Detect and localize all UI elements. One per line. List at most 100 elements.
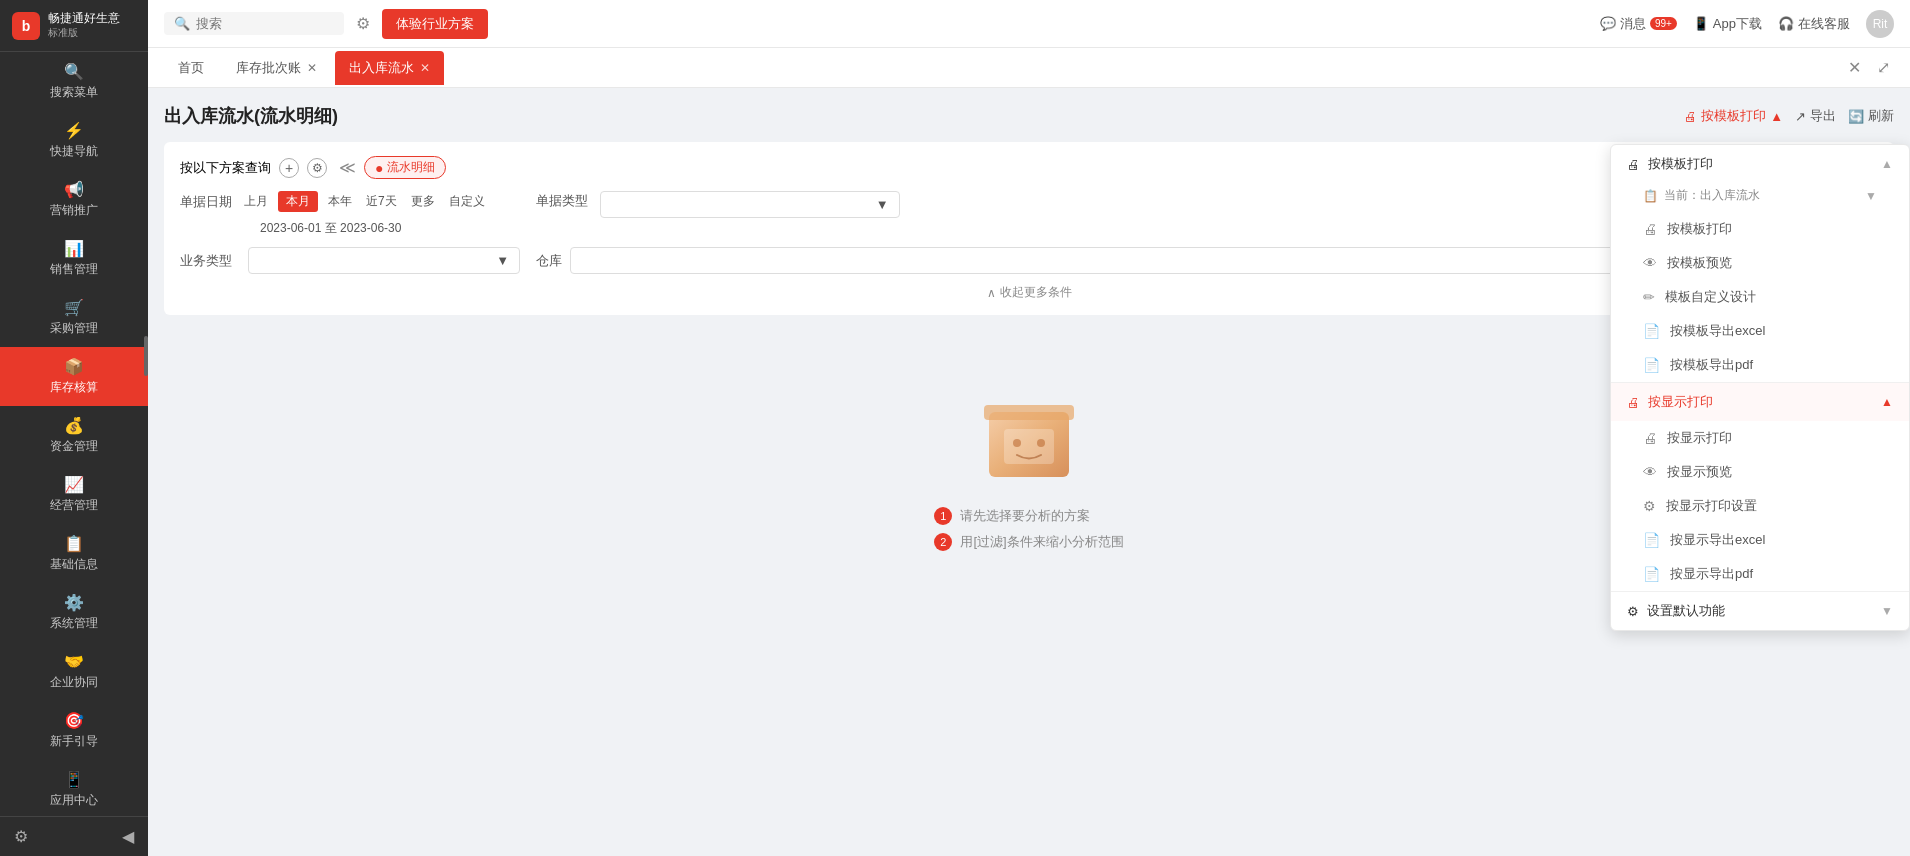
sidebar-shortcut-icon: ⚡ (64, 121, 84, 140)
template-pdf-item-icon: 📄 (1643, 357, 1660, 373)
sidebar-item-basic[interactable]: 📋 基础信息 (0, 524, 148, 583)
dropdown-template-preview[interactable]: 👁 按模板预览 (1611, 246, 1909, 280)
sidebar-fold-icon[interactable]: ◀ (122, 827, 134, 846)
dropdown-display-pdf[interactable]: 📄 按显示导出pdf (1611, 557, 1909, 591)
sidebar-operations-icon: 📈 (64, 475, 84, 494)
current-template-icon: 📋 (1643, 189, 1658, 203)
date-opt-thisyear[interactable]: 本年 (324, 191, 356, 212)
sidebar-sales-label: 销售管理 (50, 261, 98, 278)
app-download-button[interactable]: 📱 App下载 (1693, 15, 1762, 33)
dropdown-template-print[interactable]: 🖨 按模板打印 (1611, 212, 1909, 246)
dropdown-display-settings[interactable]: ⚙ 按显示打印设置 (1611, 489, 1909, 523)
sidebar-inventory-label: 库存核算 (50, 379, 98, 396)
tab-batch[interactable]: 库存批次账 ✕ (222, 51, 331, 85)
template-preview-item-label: 按模板预览 (1667, 254, 1732, 272)
template-print-section-header[interactable]: 🖨 按模板打印 ▲ (1611, 145, 1909, 183)
dropdown-template-excel[interactable]: 📄 按模板导出excel (1611, 314, 1909, 348)
sidebar-item-sales[interactable]: 📊 销售管理 (0, 229, 148, 288)
sidebar-basic-icon: 📋 (64, 534, 84, 553)
sidebar-item-shortcut[interactable]: ⚡ 快捷导航 (0, 111, 148, 170)
tab-batch-label: 库存批次账 (236, 59, 301, 77)
online-service-button[interactable]: 🎧 在线客服 (1778, 15, 1850, 33)
print-chevron-icon: ▲ (1770, 109, 1783, 124)
online-service-label: 在线客服 (1798, 15, 1850, 33)
date-opt-more[interactable]: 更多 (407, 191, 439, 212)
date-opt-7days[interactable]: 近7天 (362, 191, 401, 212)
sidebar-item-search[interactable]: 🔍 搜索菜单 (0, 52, 148, 111)
current-template-chevron: ▼ (1865, 189, 1877, 203)
template-pdf-item-label: 按模板导出pdf (1670, 356, 1753, 374)
warehouse-label: 仓库 (536, 252, 562, 270)
dropdown-display-preview[interactable]: 👁 按显示预览 (1611, 455, 1909, 489)
print-template-button[interactable]: 🖨 按模板打印 ▲ (1684, 107, 1783, 125)
sidebar-item-guide[interactable]: 🎯 新手引导 (0, 701, 148, 760)
collapse-up-icon: ∧ (987, 286, 996, 300)
tab-home[interactable]: 首页 (164, 51, 218, 85)
sidebar-item-system[interactable]: ⚙️ 系统管理 (0, 583, 148, 642)
sidebar-item-marketing[interactable]: 📢 营销推广 (0, 170, 148, 229)
message-button[interactable]: 💬 消息 99+ (1600, 15, 1677, 33)
sidebar-item-appstore[interactable]: 📱 应用中心 (0, 760, 148, 816)
biz-type-select[interactable]: ▼ (248, 247, 520, 274)
date-opt-thismonth[interactable]: 本月 (278, 191, 318, 212)
filter-tag-flow[interactable]: ● 流水明细 (364, 156, 446, 179)
app-name: 畅捷通好生意 (48, 11, 120, 27)
display-print-section-header[interactable]: 🖨 按显示打印 ▲ (1611, 383, 1909, 421)
message-badge: 99+ (1650, 17, 1677, 30)
filter-header-label: 按以下方案查询 (180, 159, 271, 177)
tab-flow-close[interactable]: ✕ (420, 61, 430, 75)
sidebar-gear-icon[interactable]: ⚙ (14, 827, 28, 846)
tabs-bar: 首页 库存批次账 ✕ 出入库流水 ✕ ✕ ⤢ (148, 48, 1910, 88)
voucher-type-select[interactable]: ▼ (600, 191, 900, 218)
dropdown-display-print[interactable]: 🖨 按显示打印 (1611, 421, 1909, 455)
sidebar-item-operations[interactable]: 📈 经营管理 (0, 465, 148, 524)
sidebar-guide-label: 新手引导 (50, 733, 98, 750)
display-settings-item-icon: ⚙ (1643, 498, 1656, 514)
sidebar-corp-label: 企业协同 (50, 674, 98, 691)
sidebar-item-inventory[interactable]: 📦 库存核算 (0, 347, 148, 406)
topbar-gear-icon[interactable]: ⚙ (356, 14, 370, 33)
tab-close-all-icon[interactable]: ✕ (1844, 54, 1865, 81)
filter-add-button[interactable]: + (279, 158, 299, 178)
sidebar-item-purchase[interactable]: 🛒 采购管理 (0, 288, 148, 347)
user-avatar[interactable]: Rit (1866, 10, 1894, 38)
refresh-button[interactable]: 🔄 刷新 (1848, 107, 1894, 125)
tab-batch-close[interactable]: ✕ (307, 61, 317, 75)
svg-point-3 (1013, 439, 1021, 447)
tab-flow[interactable]: 出入库流水 ✕ (335, 51, 444, 85)
sidebar-appstore-icon: 📱 (64, 770, 84, 789)
tab-home-label: 首页 (178, 59, 204, 77)
default-func-icon: ⚙ (1627, 604, 1639, 619)
display-print-header-label: 按显示打印 (1648, 393, 1713, 411)
sidebar-item-corp[interactable]: 🤝 企业协同 (0, 642, 148, 701)
dropdown-template-pdf[interactable]: 📄 按模板导出pdf (1611, 348, 1909, 382)
default-section-header[interactable]: ⚙ 设置默认功能 ▼ (1611, 592, 1909, 630)
trial-button[interactable]: 体验行业方案 (382, 9, 488, 39)
topbar-search-box[interactable]: 🔍 (164, 12, 344, 35)
search-icon: 🔍 (174, 16, 190, 31)
sidebar-marketing-icon: 📢 (64, 180, 84, 199)
topbar: 🔍 ⚙ 体验行业方案 💬 消息 99+ 📱 App下载 🎧 在线客服 Rit (148, 0, 1910, 48)
sidebar-marketing-label: 营销推广 (50, 202, 98, 219)
filter-settings-button[interactable]: ⚙ (307, 158, 327, 178)
message-label: 消息 (1620, 15, 1646, 33)
dropdown-template-custom[interactable]: ✏ 模板自定义设计 (1611, 280, 1909, 314)
date-opt-custom[interactable]: 自定义 (445, 191, 489, 212)
tab-expand-icon[interactable]: ⤢ (1873, 54, 1894, 81)
template-print-item-label: 按模板打印 (1667, 220, 1732, 238)
export-icon: ↗ (1795, 109, 1806, 124)
current-template-row: 📋 当前：出入库流水 ▼ (1611, 183, 1909, 212)
filter-collapse-icon[interactable]: ≪ (339, 158, 356, 177)
collapse-button[interactable]: ∧ 收起更多条件 (987, 284, 1072, 301)
sidebar-search-label: 搜索菜单 (50, 84, 98, 101)
sidebar-item-finance[interactable]: 💰 资金管理 (0, 406, 148, 465)
dropdown-display-excel[interactable]: 📄 按显示导出excel (1611, 523, 1909, 557)
export-button[interactable]: ↗ 导出 (1795, 107, 1836, 125)
voucher-type-chevron: ▼ (876, 197, 889, 212)
date-opt-lastmonth[interactable]: 上月 (240, 191, 272, 212)
app-version: 标准版 (48, 26, 120, 40)
empty-svg-illustration (969, 387, 1089, 487)
step-1-text: 请先选择要分析的方案 (960, 507, 1090, 525)
search-input[interactable] (196, 16, 316, 31)
app-name-block: 畅捷通好生意 标准版 (48, 11, 120, 41)
